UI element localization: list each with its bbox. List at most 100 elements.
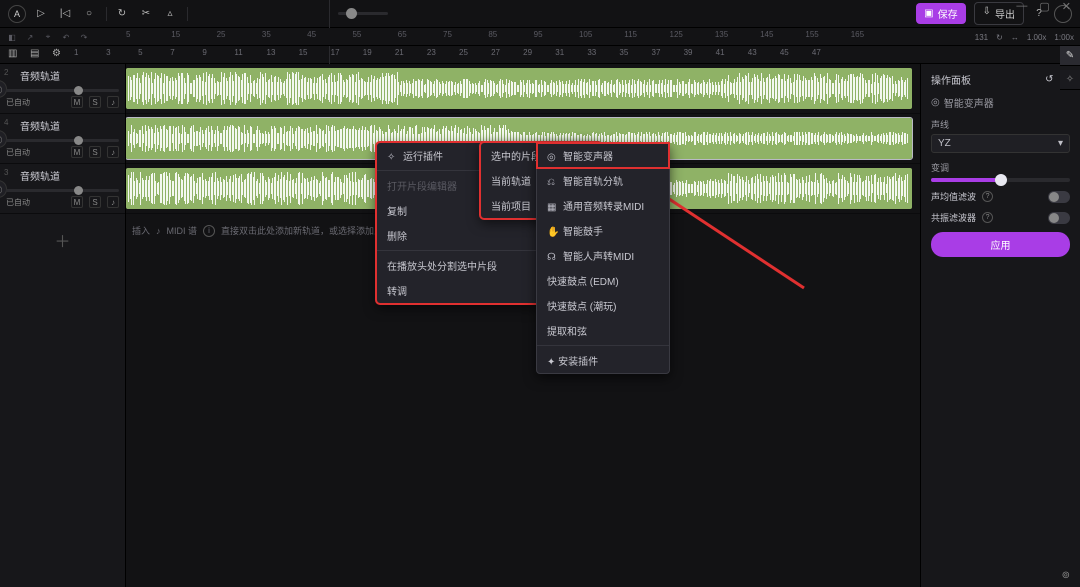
ctx-plugin-extract-chords[interactable]: 提取和弦 (537, 318, 669, 343)
ctx-item-label: 复制 (387, 203, 407, 218)
track-header[interactable]: ◯ 4 音频轨道 已自动 M S ♪ (0, 114, 125, 164)
sec-tick-label: 145 (760, 30, 773, 39)
track-auto-label: 已自动 (6, 97, 30, 108)
track-name[interactable]: 音频轨道 (20, 68, 119, 83)
sec-tick-label: 65 (398, 30, 407, 39)
ruler-tool-c-icon[interactable]: ⌖ (42, 31, 54, 43)
side-tab-fx-icon[interactable]: ✧ (1060, 70, 1080, 90)
scale-level[interactable]: 1:00x (1054, 33, 1074, 42)
help-icon[interactable]: ? (982, 212, 993, 223)
ruler-redo-icon[interactable]: ↷ (78, 31, 90, 43)
formant-toggle[interactable] (1048, 212, 1070, 224)
track-mute-button[interactable]: M (71, 96, 83, 108)
add-track-button[interactable]: ＋ (0, 214, 125, 587)
ctx-plugin-drummer[interactable]: ✋智能鼓手 (537, 218, 669, 243)
save-button[interactable]: ▣ 保存 (916, 3, 965, 24)
metronome-icon[interactable]: ▵ (163, 7, 177, 21)
track-name[interactable]: 音频轨道 (20, 168, 119, 183)
track-volume-slider[interactable] (6, 139, 119, 142)
side-tabs: ✎ ✧ (1060, 46, 1080, 90)
ctx-item-label: 转调 (387, 283, 407, 298)
track-name[interactable]: 音频轨道 (20, 118, 119, 133)
hint-midi-label: MIDI 谱 (167, 224, 198, 237)
ruler-expand-icon[interactable]: ↔ (1011, 33, 1019, 42)
eq-toggle[interactable] (1048, 191, 1070, 203)
info-icon[interactable]: i (203, 225, 215, 237)
ctx-plugin-voice-changer[interactable]: ◎ 智能变声器 (537, 143, 669, 168)
track-headphone-icon[interactable]: ♪ (107, 196, 119, 208)
track-volume-slider[interactable] (6, 189, 119, 192)
ruler-tool-a-icon[interactable]: ◧ (6, 31, 18, 43)
context-submenu-plugins: ◎ 智能变声器 ⎌智能音轨分轨 ▦通用音频转录MIDI ✋智能鼓手 ☊智能人声转M… (536, 142, 670, 374)
ctx-item-label: 快速鼓点 (潮玩) (547, 298, 616, 313)
track-header[interactable]: ◯ 2 音频轨道 已自动 M S ♪ (0, 64, 125, 114)
skip-start-icon[interactable]: |◁ (58, 7, 72, 21)
save-icon: ▣ (924, 8, 933, 19)
target-icon: ◎ (547, 152, 559, 163)
bar-tick-label: 7 (170, 48, 174, 57)
time-ruler-seconds[interactable]: ◧ ↗ ⌖ ↶ ↷ 131 ↻ ↔ 1.00x 1:00x 5152535455… (0, 28, 1080, 46)
timeline-area[interactable]: 插入 ♪ MIDI 谱 i 直接双击此处添加新轨道，或选择添加人声新轨道， 添加… (126, 64, 920, 587)
ctx-item-label: 智能变声器 (563, 152, 613, 163)
hand-icon: ✋ (547, 227, 559, 238)
ctx-plugin-quick-drums-pop[interactable]: 快速鼓点 (潮玩) (537, 293, 669, 318)
track-volume-slider[interactable] (6, 89, 119, 92)
track-headphone-icon[interactable]: ♪ (107, 96, 119, 108)
sec-tick-label: 45 (307, 30, 316, 39)
voice-select[interactable]: YZ ▾ (931, 134, 1070, 153)
track-header[interactable]: ◯ 3 音频轨道 已自动 M S ♪ (0, 164, 125, 214)
master-volume-slider[interactable] (338, 12, 388, 15)
record-icon[interactable]: ○ (82, 7, 96, 21)
ctx-install-plugin[interactable]: ✦ 安装插件 (537, 348, 669, 373)
bar-tick-label: 37 (652, 48, 661, 57)
ruler-undo-icon[interactable]: ↶ (60, 31, 72, 43)
sec-tick-label: 75 (443, 30, 452, 39)
track-solo-button[interactable]: S (89, 146, 101, 158)
panel-reset-icon[interactable]: ↺ (1045, 74, 1053, 85)
panel-settings-icon[interactable]: ⊚ (1062, 570, 1070, 581)
track-solo-button[interactable]: S (89, 96, 101, 108)
help-icon[interactable]: ? (982, 191, 993, 202)
ctx-plugin-audio-to-midi[interactable]: ▦通用音频转录MIDI (537, 193, 669, 218)
midi-icon: ▦ (547, 202, 559, 213)
audio-clip[interactable] (126, 68, 912, 109)
pitch-slider[interactable] (931, 178, 1070, 182)
ctx-plugin-quick-drums-edm[interactable]: 快速鼓点 (EDM) (537, 268, 669, 293)
track-headphone-icon[interactable]: ♪ (107, 146, 119, 158)
track-solo-button[interactable]: S (89, 196, 101, 208)
track-mute-button[interactable]: M (71, 196, 83, 208)
track-header-column: ◯ 2 音频轨道 已自动 M S ♪ ◯ 4 音频轨道 已自动 M S ♪ ◯ … (0, 64, 126, 587)
window-close-icon[interactable]: ✕ (1057, 0, 1076, 13)
bar-tick-label: 11 (234, 48, 242, 57)
track-mute-button[interactable]: M (71, 146, 83, 158)
ctx-item-label: 在播放头处分割选中片段 (387, 258, 497, 273)
sec-tick-label: 15 (171, 30, 180, 39)
voice-field-label: 声线 (931, 118, 1070, 131)
cut-icon[interactable]: ✂ (139, 7, 153, 21)
app-logo-icon[interactable]: A (8, 5, 26, 23)
side-tab-edit-icon[interactable]: ✎ (1060, 46, 1080, 66)
bar-tick-label: 41 (716, 48, 725, 57)
panel-tool-name: 智能变声器 (944, 95, 994, 110)
ctx-plugin-stem-split[interactable]: ⎌智能音轨分轨 (537, 168, 669, 193)
apply-button[interactable]: 应用 (931, 232, 1070, 257)
ruler-tool-b-icon[interactable]: ↗ (24, 31, 36, 43)
subbar-view-b-icon[interactable]: ▤ (30, 48, 44, 62)
ctx-item-label: 快速鼓点 (EDM) (547, 273, 619, 288)
zoom-level[interactable]: 1.00x (1027, 33, 1047, 42)
loop-icon[interactable]: ↻ (115, 7, 129, 21)
bar-tick-label: 45 (780, 48, 789, 57)
ruler-loop-icon[interactable]: ↻ (996, 33, 1003, 42)
bar-ruler[interactable]: ▥ ▤ ⚙ 1357911131517192123252729313335373… (0, 46, 1080, 64)
ctx-item-label: ✦ 安装插件 (547, 353, 598, 368)
sec-tick-label: 115 (624, 30, 637, 39)
bar-tick-label: 5 (138, 48, 142, 57)
ctx-plugin-vocal-to-midi[interactable]: ☊智能人声转MIDI (537, 243, 669, 268)
window-max-icon[interactable]: ▢ (1034, 0, 1054, 13)
ctx-item-label: 打开片段编辑器 (387, 178, 457, 193)
subbar-gear-icon[interactable]: ⚙ (52, 48, 66, 62)
subbar-view-a-icon[interactable]: ▥ (8, 48, 22, 62)
window-min-icon[interactable]: — (1011, 0, 1032, 13)
bar-tick-label: 43 (748, 48, 757, 57)
play-icon[interactable]: ▷ (34, 7, 48, 21)
